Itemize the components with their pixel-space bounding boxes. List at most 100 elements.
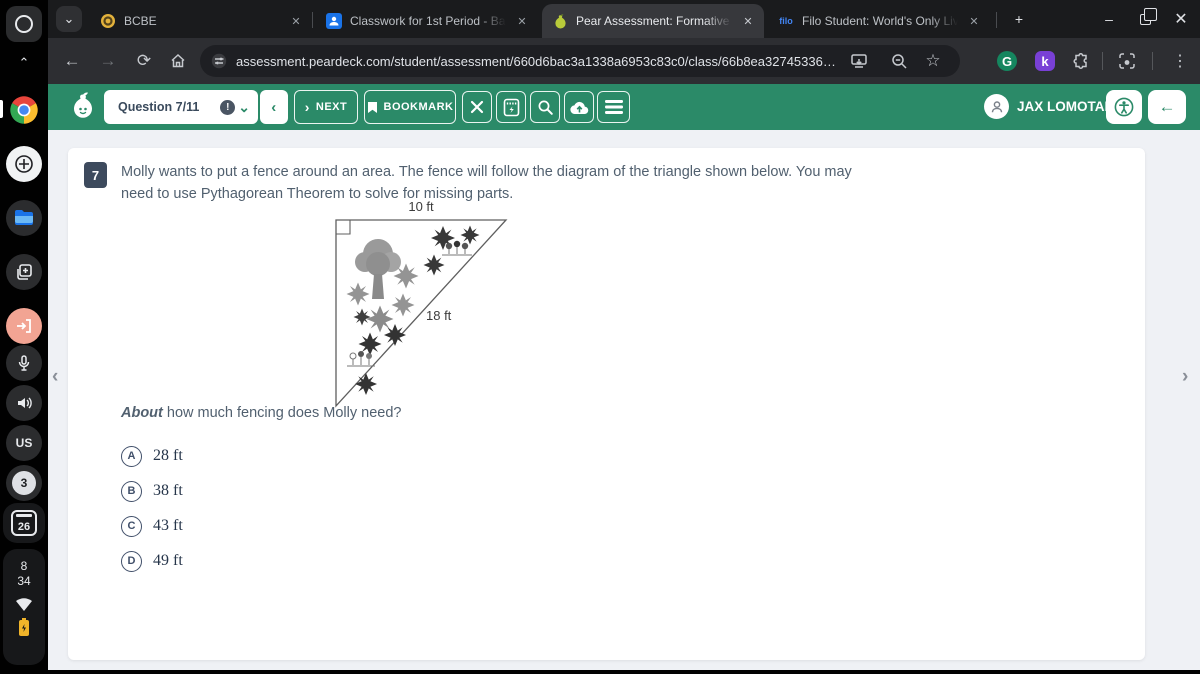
forward-icon[interactable]: → bbox=[96, 49, 120, 73]
arrow-left-icon: ← bbox=[1158, 97, 1176, 116]
option-letter[interactable]: A bbox=[121, 445, 142, 467]
keyboard-layout-label: US bbox=[15, 436, 33, 450]
option-value: 43 ft bbox=[153, 517, 183, 534]
calculator-icon bbox=[503, 98, 519, 116]
chromeos-shelf: ⌃ US 3 26 8 34 bbox=[0, 0, 48, 674]
top-side-label: 10 ft bbox=[408, 199, 434, 214]
option-letter[interactable]: B bbox=[121, 480, 142, 502]
launcher-button[interactable] bbox=[6, 6, 42, 42]
extensions-menu-button[interactable] bbox=[1070, 50, 1092, 72]
minimize-button[interactable]: – bbox=[1096, 6, 1122, 32]
clock-minute: 34 bbox=[17, 574, 31, 588]
active-app-indicator bbox=[0, 100, 3, 118]
screenshot-tool-button[interactable] bbox=[6, 254, 42, 290]
send-to-device-icon[interactable] bbox=[850, 52, 868, 70]
line-reader-tool-button[interactable] bbox=[597, 91, 630, 123]
back-icon[interactable]: ← bbox=[60, 49, 84, 73]
question-selector-dropdown[interactable]: Question 7/11 ! ⌄ bbox=[104, 90, 258, 124]
tab-close-icon[interactable]: ✕ bbox=[966, 13, 982, 29]
browser-menu-icon[interactable]: ⋮ bbox=[1168, 49, 1192, 73]
avatar bbox=[984, 94, 1009, 119]
tab-close-icon[interactable]: ✕ bbox=[514, 13, 530, 29]
prompt-emphasis: About bbox=[121, 405, 163, 421]
tab-title: Pear Assessment: Formative an bbox=[576, 14, 732, 28]
tab-close-icon[interactable]: ✕ bbox=[740, 13, 756, 29]
next-button-label: NEXT bbox=[315, 101, 348, 113]
browser-window: ⌄ BCBE ✕ Classwork for 1st Period - Barn… bbox=[48, 0, 1200, 674]
shelf-expand-chevron-icon[interactable]: ⌃ bbox=[6, 54, 42, 72]
right-angle-marker bbox=[336, 220, 351, 235]
tab-strip: ⌄ BCBE ✕ Classwork for 1st Period - Barn… bbox=[48, 0, 1200, 38]
chrome-app-button[interactable] bbox=[6, 92, 42, 128]
student-identity: JAX LOMOTAN bbox=[984, 94, 1114, 119]
kami-extension-button[interactable]: k bbox=[1034, 50, 1056, 72]
microphone-icon bbox=[18, 355, 30, 371]
pear-logo-icon bbox=[74, 92, 92, 118]
sign-out-app-button[interactable] bbox=[6, 308, 42, 344]
chevron-left-icon: ‹ bbox=[271, 98, 277, 116]
answer-option-b[interactable]: B 38 ft bbox=[121, 479, 183, 503]
window-controls: – ✕ bbox=[1096, 0, 1194, 38]
zoom-level-icon[interactable] bbox=[890, 52, 908, 70]
exit-door-icon bbox=[17, 319, 31, 333]
url-text[interactable]: assessment.peardeck.com/student/assessme… bbox=[236, 54, 836, 69]
filo-favicon-icon: filo bbox=[779, 16, 793, 26]
assessment-toolbar: Question 7/11 ! ⌄ ‹ › NEXT BOOKMARK JAX … bbox=[48, 84, 1200, 130]
battery-charging-icon bbox=[19, 618, 29, 636]
tab-title: Classwork for 1st Period - Barn bbox=[350, 14, 506, 28]
previous-question-button[interactable]: ‹ bbox=[260, 90, 288, 124]
page-prev-chevron[interactable]: ‹ bbox=[52, 366, 58, 388]
files-app-button[interactable] bbox=[6, 200, 42, 236]
status-tray-button[interactable]: 8 34 bbox=[3, 549, 45, 665]
exit-assessment-button[interactable]: ← bbox=[1148, 90, 1186, 124]
triangle-diagram: 10 ft 18 ft bbox=[335, 199, 508, 408]
site-settings-tune-icon[interactable] bbox=[210, 52, 228, 70]
notification-count-label: 3 bbox=[12, 471, 36, 495]
tab-close-icon[interactable]: ✕ bbox=[288, 13, 304, 29]
page-next-chevron[interactable]: › bbox=[1182, 366, 1188, 388]
dictation-button[interactable] bbox=[6, 345, 42, 381]
tab-classwork[interactable]: Classwork for 1st Period - Barn ✕ bbox=[316, 4, 538, 38]
question-selector-label: Question 7/11 bbox=[118, 100, 200, 114]
tab-filo[interactable]: filo Filo Student: World's Only Live ✕ bbox=[768, 4, 990, 38]
new-tab-button[interactable]: + bbox=[1006, 6, 1032, 32]
next-question-button[interactable]: › NEXT bbox=[294, 90, 358, 124]
address-bar[interactable]: assessment.peardeck.com/student/assessme… bbox=[200, 45, 960, 77]
bcbe-favicon-icon bbox=[100, 13, 116, 29]
tab-separator bbox=[312, 12, 313, 28]
classroom-favicon-icon bbox=[326, 13, 342, 29]
cloud-upload-tool-button[interactable] bbox=[564, 91, 594, 123]
alert-icon: ! bbox=[220, 99, 236, 115]
option-letter[interactable]: D bbox=[121, 550, 142, 572]
grammarly-extension-button[interactable]: G bbox=[996, 50, 1018, 72]
bookmark-star-icon[interactable]: ☆ bbox=[924, 51, 942, 70]
answer-option-c[interactable]: C 43 ft bbox=[121, 514, 183, 538]
keyboard-layout-indicator[interactable]: US bbox=[6, 425, 42, 461]
cross-out-tool-button[interactable] bbox=[462, 91, 492, 123]
tab-pear-assessment[interactable]: Pear Assessment: Formative an ✕ bbox=[542, 4, 764, 38]
answer-option-a[interactable]: A 28 ft bbox=[121, 444, 183, 468]
select-to-speak-button[interactable] bbox=[6, 385, 42, 421]
chevron-down-icon: ⌄ bbox=[238, 98, 250, 115]
bookmark-button-label: BOOKMARK bbox=[383, 101, 454, 113]
tab-search-button[interactable]: ⌄ bbox=[56, 6, 82, 32]
answer-option-d[interactable]: D 49 ft bbox=[121, 549, 183, 573]
screen-capture-indicator-button[interactable] bbox=[1116, 50, 1138, 72]
option-letter[interactable]: C bbox=[121, 515, 142, 537]
clock: 8 34 bbox=[3, 559, 45, 589]
tab-bcbe[interactable]: BCBE ✕ bbox=[90, 4, 312, 38]
accessibility-icon bbox=[1114, 97, 1134, 117]
restore-button[interactable] bbox=[1132, 6, 1158, 32]
calendar-tray-button[interactable]: 26 bbox=[3, 503, 45, 543]
screen-capture-app-button[interactable] bbox=[6, 146, 42, 182]
calculator-tool-button[interactable] bbox=[496, 91, 526, 123]
magnifier-tool-button[interactable] bbox=[530, 91, 560, 123]
reload-icon[interactable]: ⟳ bbox=[132, 49, 156, 73]
puzzle-icon bbox=[1073, 52, 1087, 70]
bookmark-question-button[interactable]: BOOKMARK bbox=[364, 90, 456, 124]
browser-toolbar: ← → ⟳ assessment.peardeck.com/student/as… bbox=[48, 38, 1200, 84]
accessibility-button[interactable] bbox=[1106, 90, 1142, 124]
notification-counter[interactable]: 3 bbox=[6, 465, 42, 501]
home-icon[interactable] bbox=[166, 49, 190, 73]
close-window-button[interactable]: ✕ bbox=[1168, 6, 1194, 32]
